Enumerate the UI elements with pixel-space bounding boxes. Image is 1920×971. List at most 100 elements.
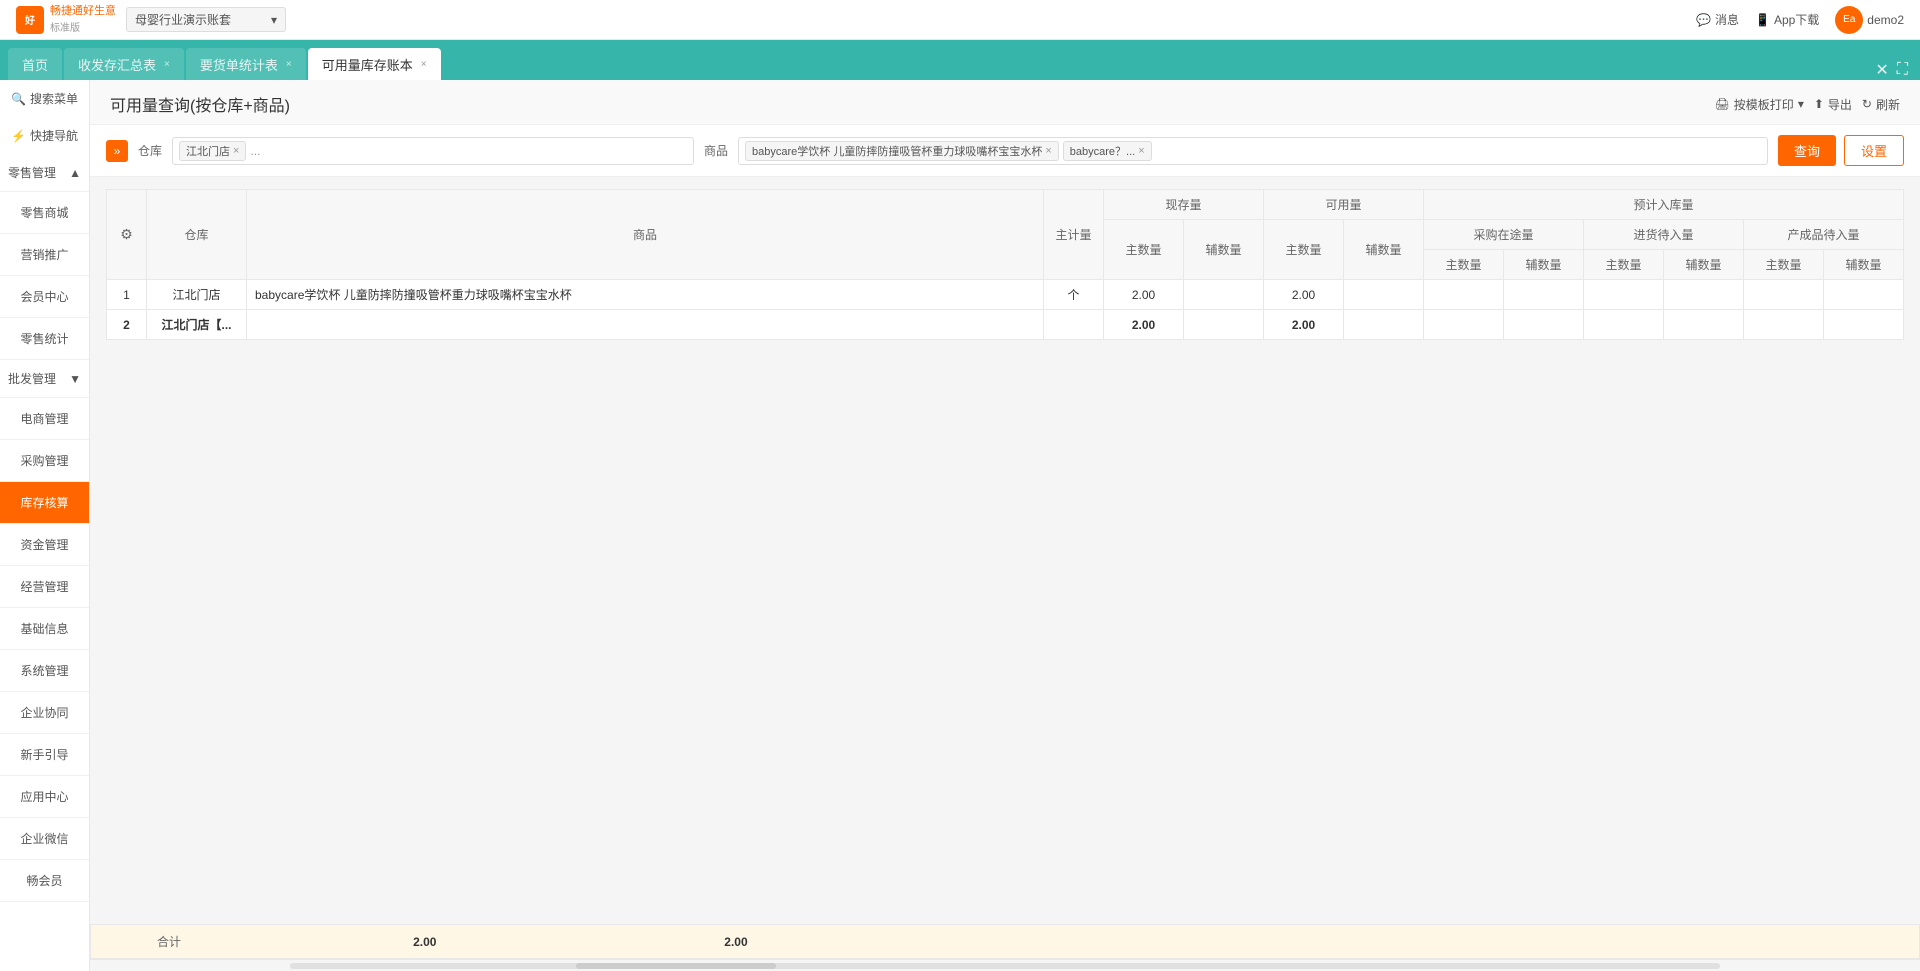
sidebar-search[interactable]: 🔍 搜索菜单	[0, 80, 89, 117]
refresh-button[interactable]: ↻ 刷新	[1862, 96, 1900, 113]
product-tag-2-remove[interactable]: ×	[1138, 145, 1144, 157]
expand-window-icon[interactable]: ⛶	[1897, 61, 1908, 79]
sidebar-item-member-center[interactable]: 会员中心	[0, 276, 89, 318]
sidebar-item-operations[interactable]: 经营管理	[0, 566, 89, 608]
row-no: 2	[107, 310, 147, 340]
row-no: 1	[107, 280, 147, 310]
sidebar-item-retail-management[interactable]: 零售管理 ▲	[0, 154, 89, 192]
row-warehouse: 江北门店	[147, 280, 247, 310]
chevron-up-icon: ▲	[69, 166, 81, 180]
logo-area: 好 畅捷通好生意 标准版	[16, 5, 116, 33]
row-current-main: 2.00	[1104, 310, 1184, 340]
expand-filter-button[interactable]: »	[106, 140, 128, 162]
settings-button[interactable]: 设置	[1844, 135, 1904, 166]
row-prod-sub	[1824, 280, 1904, 310]
scroll-track	[290, 963, 1720, 969]
sidebar: 🔍 搜索菜单 ⚡ 快捷导航 零售管理 ▲ 零售商城 营销推广 会员中心 零售统计…	[0, 80, 90, 971]
chevron-down-icon: ▼	[69, 372, 81, 386]
top-bar-right: 💬 消息 📱 App下载 Ea demo2	[1696, 6, 1904, 34]
filter-actions: 查询 设置	[1778, 135, 1904, 166]
sidebar-item-ecommerce[interactable]: 电商管理	[0, 398, 89, 440]
sidebar-item-app-center[interactable]: 应用中心	[0, 776, 89, 818]
sidebar-item-enterprise-wechat[interactable]: 企业微信	[0, 818, 89, 860]
avatar: Ea	[1835, 6, 1863, 34]
template-selector[interactable]: 母婴行业演示账套 ▾	[126, 7, 286, 32]
sidebar-item-system[interactable]: 系统管理	[0, 650, 89, 692]
scroll-thumb[interactable]	[576, 963, 776, 969]
row-avail-sub	[1344, 310, 1424, 340]
mobile-icon: 📱	[1755, 13, 1770, 27]
sidebar-item-basic-info[interactable]: 基础信息	[0, 608, 89, 650]
row-prod-main	[1744, 310, 1824, 340]
settings-icon[interactable]: ⚙	[120, 226, 133, 242]
tab-available-inventory-close[interactable]: ×	[421, 59, 427, 70]
row-incoming-sub	[1664, 310, 1744, 340]
sidebar-item-wholesale-management[interactable]: 批发管理 ▼	[0, 360, 89, 398]
sidebar-item-retail-stats[interactable]: 零售统计	[0, 318, 89, 360]
tab-order-stats-close[interactable]: ×	[286, 59, 292, 70]
sidebar-quick-nav[interactable]: ⚡ 快捷导航	[0, 117, 89, 154]
query-button[interactable]: 查询	[1778, 135, 1836, 166]
refresh-icon: ↻	[1862, 97, 1872, 111]
tab-receive-summary-close[interactable]: ×	[164, 59, 170, 70]
product-tag-2: babycare？... ×	[1063, 141, 1152, 161]
row-prod-sub	[1824, 310, 1904, 340]
incoming-header: 进货待入量	[1584, 220, 1744, 250]
warehouse-tag-remove[interactable]: ×	[233, 145, 239, 157]
row-incoming-main	[1584, 280, 1664, 310]
print-button[interactable]: 🖨 按模板打印 ▾	[1715, 96, 1804, 113]
footer-incoming-main	[1281, 935, 1437, 949]
sidebar-item-enterprise-collab[interactable]: 企业协同	[0, 692, 89, 734]
row-current-sub	[1184, 280, 1264, 310]
chevron-down-icon: ▾	[271, 13, 277, 27]
user-menu[interactable]: Ea demo2	[1835, 6, 1904, 34]
row-current-main: 2.00	[1104, 280, 1184, 310]
prod-sub-header: 辅数量	[1824, 250, 1904, 280]
current-sub-qty-header: 辅数量	[1184, 220, 1264, 280]
tab-available-inventory[interactable]: 可用量库存账本 ×	[308, 48, 441, 80]
layout: 🔍 搜索菜单 ⚡ 快捷导航 零售管理 ▲ 零售商城 营销推广 会员中心 零售统计…	[0, 80, 1920, 971]
footer-total-label: 合计	[107, 933, 347, 950]
sidebar-item-inventory[interactable]: 库存核算	[0, 482, 89, 524]
row-purchase-sub	[1504, 310, 1584, 340]
row-warehouse: 江北门店【...	[147, 310, 247, 340]
footer-prod-sub	[1747, 935, 1903, 949]
print-icon: 🖨	[1715, 97, 1730, 111]
sidebar-item-retail-mall[interactable]: 零售商城	[0, 192, 89, 234]
sidebar-item-purchase[interactable]: 采购管理	[0, 440, 89, 482]
sidebar-item-finance[interactable]: 资金管理	[0, 524, 89, 566]
sidebar-item-newbie[interactable]: 新手引导	[0, 734, 89, 776]
export-button[interactable]: ⬆ 导出	[1814, 96, 1852, 113]
product-tag-1-remove[interactable]: ×	[1045, 145, 1051, 157]
col-available-header: 可用量	[1264, 190, 1424, 220]
footer-purchase-sub	[1125, 935, 1281, 949]
row-unit	[1044, 310, 1104, 340]
close-window-icon[interactable]: ✕	[1875, 60, 1888, 80]
row-unit: 个	[1044, 280, 1104, 310]
footer-current-sub	[503, 935, 659, 949]
filter-bar: » 仓库 江北门店 × ... 商品 babycare学饮杯 儿童防摔防撞吸管杯…	[90, 125, 1920, 177]
current-main-qty-header: 主数量	[1104, 220, 1184, 280]
horizontal-scrollbar[interactable]	[90, 959, 1920, 971]
production-header: 产成品待入量	[1744, 220, 1904, 250]
tab-order-stats[interactable]: 要货单统计表 ×	[186, 48, 306, 80]
tab-home[interactable]: 首页	[8, 48, 62, 80]
tab-receive-summary[interactable]: 收发存汇总表 ×	[64, 48, 184, 80]
table-row: 1 江北门店 babycare学饮杯 儿童防摔防撞吸管杯重力球吸嘴杯宝宝水杯 个…	[107, 280, 1904, 310]
page-title: 可用量查询(按仓库+商品)	[110, 92, 290, 116]
row-avail-main: 2.00	[1264, 310, 1344, 340]
row-product: babycare学饮杯 儿童防摔防撞吸管杯重力球吸嘴杯宝宝水杯	[247, 280, 1044, 310]
footer-avail-sub	[814, 935, 970, 949]
sidebar-item-marketing[interactable]: 营销推广	[0, 234, 89, 276]
sidebar-item-chang-member[interactable]: 畅会员	[0, 860, 89, 902]
message-button[interactable]: 💬 消息	[1696, 11, 1739, 28]
nav-icon: ⚡	[11, 129, 26, 143]
avail-sub-qty-header: 辅数量	[1344, 220, 1424, 280]
product-filter-label: 商品	[704, 142, 728, 159]
product-filter-input[interactable]: babycare学饮杯 儿童防摔防撞吸管杯重力球吸嘴杯宝宝水杯 × babyca…	[738, 137, 1768, 165]
print-chevron-icon: ▾	[1798, 97, 1804, 111]
warehouse-filter-input[interactable]: 江北门店 × ...	[172, 137, 694, 165]
app-download-button[interactable]: 📱 App下载	[1755, 11, 1819, 28]
data-table: ⚙ 仓库 商品 主计量 现存量 可用量 预计入库量 主数量 辅数量 主数量 辅数…	[106, 189, 1904, 340]
warehouse-more-icon[interactable]: ...	[250, 144, 260, 158]
